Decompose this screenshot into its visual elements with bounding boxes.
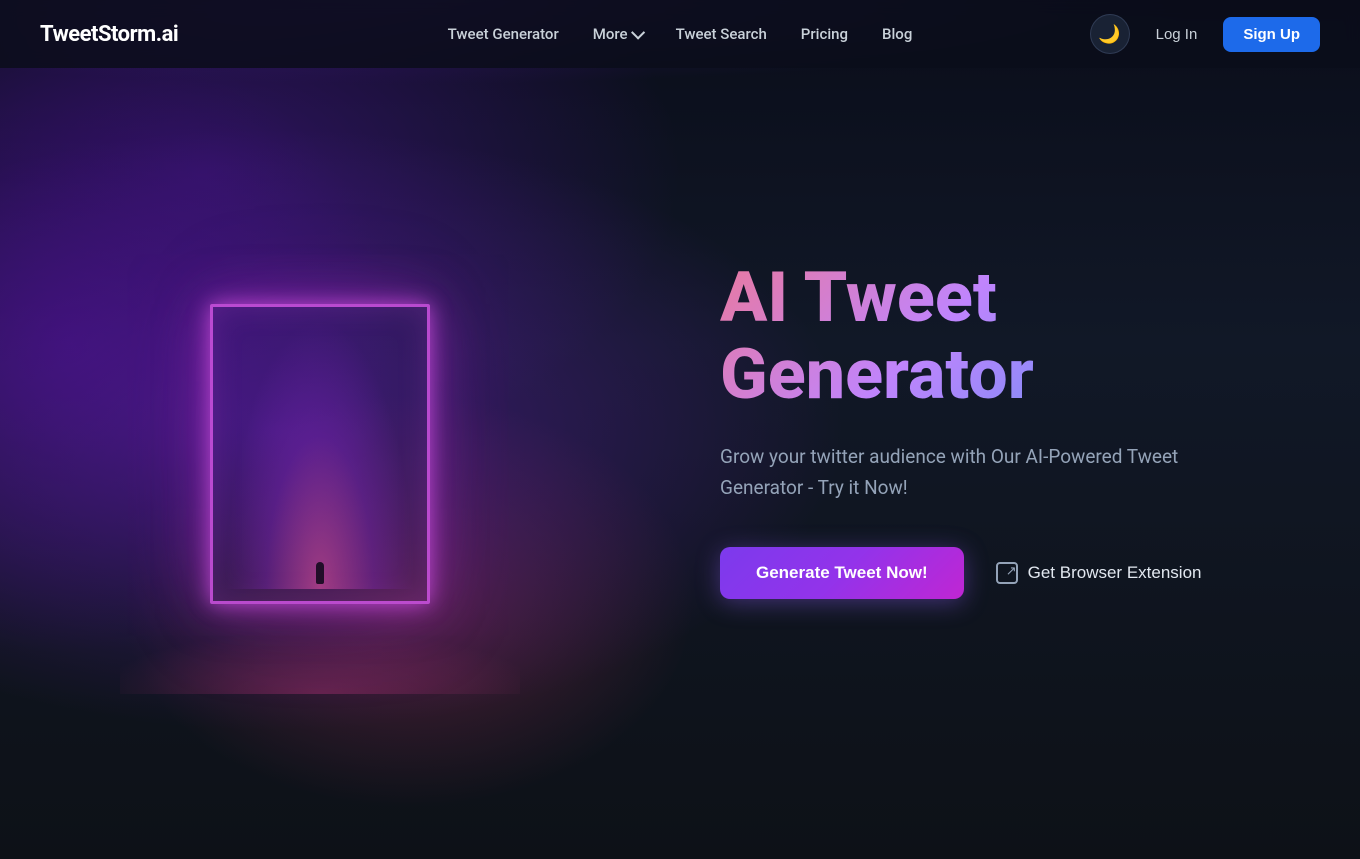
hero-subtitle: Grow your twitter audience with Our AI-P…: [720, 442, 1200, 503]
portal-figure: [316, 562, 324, 584]
portal-inner-glow: [225, 319, 415, 589]
generate-tweet-button[interactable]: Generate Tweet Now!: [720, 547, 964, 599]
chevron-down-icon: [631, 26, 645, 40]
hero-content: AI Tweet Generator Grow your twitter aud…: [660, 0, 1360, 859]
nav-actions: 🌙 Log In Sign Up: [1090, 14, 1320, 54]
nav-tweet-generator[interactable]: Tweet Generator: [434, 17, 573, 51]
nav-links: Tweet Generator More Tweet Search Pricin…: [434, 17, 927, 51]
nav-blog[interactable]: Blog: [868, 17, 926, 51]
portal-visual: [120, 214, 520, 694]
hero-buttons: Generate Tweet Now! Get Browser Extensio…: [720, 547, 1280, 599]
navbar: TweetStorm.ai Tweet Generator More Tweet…: [0, 0, 1360, 68]
hero-title: AI Tweet Generator: [720, 260, 1280, 414]
external-link-icon: [996, 562, 1018, 584]
login-button[interactable]: Log In: [1142, 18, 1212, 51]
browser-extension-button[interactable]: Get Browser Extension: [996, 562, 1202, 584]
portal-frame: [210, 304, 430, 604]
signup-button[interactable]: Sign Up: [1223, 17, 1320, 52]
nav-more[interactable]: More: [579, 17, 656, 51]
nav-tweet-search[interactable]: Tweet Search: [662, 17, 781, 51]
brand-logo[interactable]: TweetStorm.ai: [40, 22, 178, 47]
theme-toggle-button[interactable]: 🌙: [1090, 14, 1130, 54]
nav-pricing[interactable]: Pricing: [787, 17, 862, 51]
